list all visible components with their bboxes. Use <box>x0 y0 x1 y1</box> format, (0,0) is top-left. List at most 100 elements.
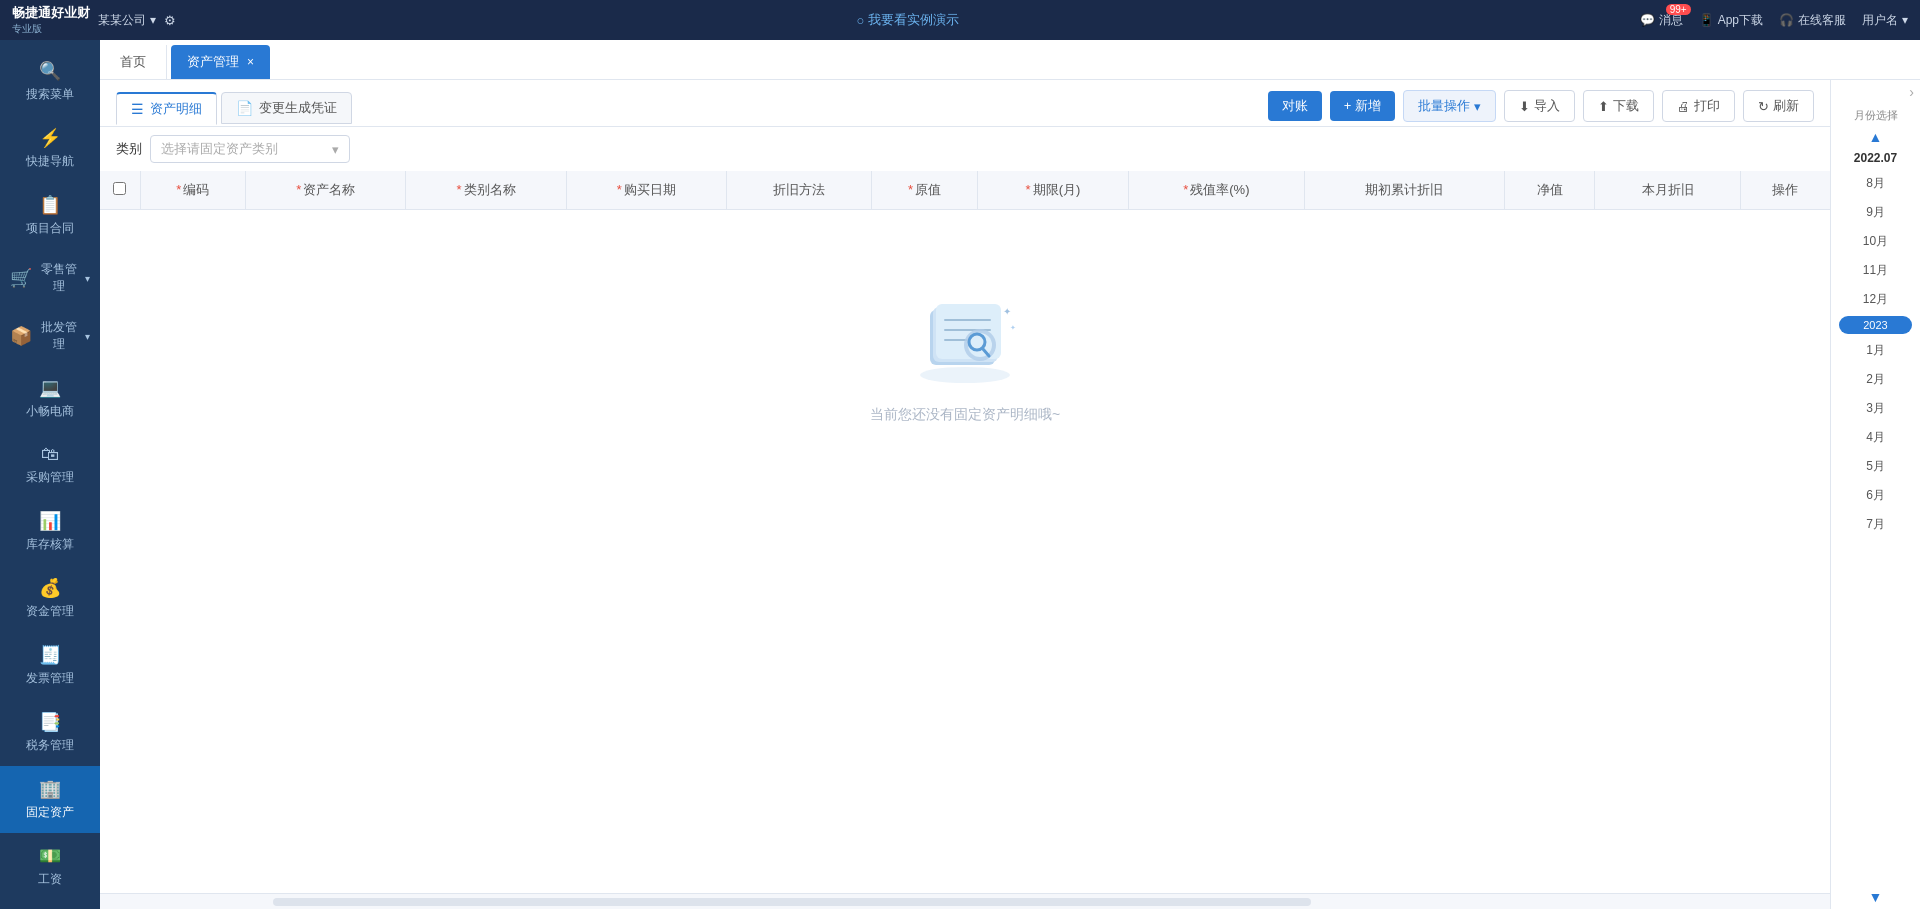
sidebar-item-wholesale[interactable]: 📦 批发管理 ▾ <box>0 307 100 365</box>
sidebar: 🔍 搜索菜单 ⚡ 快捷导航 📋 项目合同 🛒 零售管理 ▾ 📦 批发管理 ▾ 💻… <box>0 40 100 909</box>
col-depreciation-method: 折旧方法 <box>726 171 871 210</box>
month-item-9[interactable]: 9月 <box>1831 198 1920 227</box>
download-icon: 📱 <box>1699 13 1714 27</box>
invoice-icon: 🧾 <box>39 644 61 666</box>
chevron-down-icon: ▾ <box>332 142 339 157</box>
sidebar-item-label: 库存核算 <box>26 536 74 553</box>
message-icon: 💬 <box>1640 13 1655 27</box>
col-monthly-depreciation: 本月折旧 <box>1595 171 1740 210</box>
batch-button[interactable]: 批量操作 ▾ <box>1403 90 1496 122</box>
reconcile-button[interactable]: 对账 <box>1268 91 1322 121</box>
message-badge: 99+ <box>1666 4 1691 15</box>
chevron-down-icon: ▾ <box>85 273 90 284</box>
sidebar-item-quicknav[interactable]: ⚡ 快捷导航 <box>0 115 100 182</box>
main-layout: 🔍 搜索菜单 ⚡ 快捷导航 📋 项目合同 🛒 零售管理 ▾ 📦 批发管理 ▾ 💻… <box>0 40 1920 909</box>
empty-state: ✦ ✦ 当前您还没有固定资产明细哦~ <box>100 210 1830 504</box>
sidebar-item-inventory[interactable]: 📊 库存核算 <box>0 498 100 565</box>
month-item-10[interactable]: 10月 <box>1831 227 1920 256</box>
month-item-5[interactable]: 5月 <box>1831 452 1920 481</box>
year-2023-badge: 2023 <box>1839 316 1912 334</box>
col-asset-name: *资产名称 <box>246 171 406 210</box>
sidebar-item-invoice[interactable]: 🧾 发票管理 <box>0 632 100 699</box>
month-item-7[interactable]: 7月 <box>1831 510 1920 539</box>
service-icon: 🎧 <box>1779 13 1794 27</box>
tab-asset-detail[interactable]: ☰ 资产明细 <box>116 92 217 125</box>
sidebar-item-retail[interactable]: 🛒 零售管理 ▾ <box>0 249 100 307</box>
month-item-6[interactable]: 6月 <box>1831 481 1920 510</box>
salary-icon: 💵 <box>39 845 61 867</box>
tab-close-button[interactable]: × <box>247 55 254 69</box>
sidebar-item-label: 采购管理 <box>26 469 74 486</box>
search-icon: 🔍 <box>39 60 61 82</box>
settings-icon[interactable]: ⚙ <box>164 13 176 28</box>
chevron-down-icon: ▾ <box>150 13 156 27</box>
month-item-1[interactable]: 1月 <box>1831 336 1920 365</box>
demo-link[interactable]: ○ 我要看实例演示 <box>856 11 959 29</box>
category-select[interactable]: 选择请固定资产类别 ▾ <box>150 135 350 163</box>
app-logo: 畅捷通好业财 专业版 <box>12 4 90 36</box>
month-item-11[interactable]: 11月 <box>1831 256 1920 285</box>
month-item-3[interactable]: 3月 <box>1831 394 1920 423</box>
asset-table: *编码 *资产名称 *类别名称 *购买日期 折旧方法 *原值 *期限(月) *残… <box>100 171 1830 893</box>
sidebar-item-salary[interactable]: 💵 工资 <box>0 833 100 900</box>
sidebar-item-fixed-assets[interactable]: 🏢 固定资产 <box>0 766 100 833</box>
tab-bar: 首页 资产管理 × <box>100 40 1920 80</box>
chevron-down-icon: ▾ <box>85 331 90 342</box>
print-icon: 🖨 <box>1677 99 1690 114</box>
col-period: *期限(月) <box>977 171 1128 210</box>
refresh-icon: ↻ <box>1758 99 1769 114</box>
tab-change-voucher[interactable]: 📄 变更生成凭证 <box>221 92 352 124</box>
sidebar-item-label: 工资 <box>38 871 62 888</box>
sidebar-item-funds[interactable]: 💰 资金管理 <box>0 565 100 632</box>
refresh-button[interactable]: ↻ 刷新 <box>1743 90 1814 122</box>
ecommerce-icon: 💻 <box>39 377 61 399</box>
user-menu[interactable]: 用户名 ▾ <box>1862 12 1908 29</box>
app-download-button[interactable]: 📱 App下载 <box>1699 12 1763 29</box>
tab-label: 变更生成凭证 <box>259 99 337 117</box>
col-actions: 操作 <box>1740 171 1830 210</box>
svg-text:✦: ✦ <box>1003 306 1011 317</box>
month-picker-header: 月份选择 <box>1831 104 1920 125</box>
sidebar-item-tax[interactable]: 📑 税务管理 <box>0 699 100 766</box>
online-service-button[interactable]: 🎧 在线客服 <box>1779 12 1846 29</box>
year-label: 2022.07 <box>1831 149 1920 169</box>
sidebar-item-label: 快捷导航 <box>26 153 74 170</box>
month-picker-nav: ▲ <box>1831 125 1920 149</box>
horizontal-scrollbar[interactable] <box>100 893 1830 909</box>
print-button[interactable]: 🖨 打印 <box>1662 90 1735 122</box>
project-icon: 📋 <box>39 194 61 216</box>
month-item-4[interactable]: 4月 <box>1831 423 1920 452</box>
tab-home[interactable]: 首页 <box>100 45 167 79</box>
sidebar-item-ecommerce[interactable]: 💻 小畅电商 <box>0 365 100 432</box>
select-all-checkbox[interactable] <box>113 182 126 195</box>
chevron-down-icon: ▾ <box>1902 13 1908 27</box>
download-button[interactable]: ⬆ 下载 <box>1583 90 1654 122</box>
top-bar-right: 💬 消息 99+ 📱 App下载 🎧 在线客服 用户名 ▾ <box>1640 12 1908 29</box>
checkbox-all-col[interactable] <box>100 171 140 210</box>
add-button[interactable]: + 新增 <box>1330 91 1395 121</box>
sidebar-item-project[interactable]: 📋 项目合同 <box>0 182 100 249</box>
import-icon: ⬇ <box>1519 99 1530 114</box>
import-button[interactable]: ⬇ 导入 <box>1504 90 1575 122</box>
doc-icon: 📄 <box>236 100 253 116</box>
prev-year-button[interactable]: ▲ <box>1869 129 1883 145</box>
sidebar-item-purchase[interactable]: 🛍 采购管理 <box>0 432 100 498</box>
main-panel: ☰ 资产明细 📄 变更生成凭证 对账 + 新增 批量操作 ▾ <box>100 80 1830 909</box>
col-net-value: 净值 <box>1504 171 1595 210</box>
sidebar-item-operations[interactable]: 📈 经营管理 <box>0 900 100 909</box>
filter-label: 类别 <box>116 140 142 158</box>
col-accumulated-depreciation: 期初累计折旧 <box>1304 171 1504 210</box>
empty-text: 当前您还没有固定资产明细哦~ <box>870 406 1060 424</box>
sidebar-item-label: 固定资产 <box>26 804 74 821</box>
month-item-12[interactable]: 12月 <box>1831 285 1920 314</box>
next-year-button[interactable]: ▼ <box>1869 889 1883 905</box>
top-bar: 畅捷通好业财 专业版 某某公司 ▾ ⚙ ○ 我要看实例演示 💬 消息 99+ 📱… <box>0 0 1920 40</box>
close-panel-button[interactable]: › <box>1909 84 1914 100</box>
chevron-down-icon: ▾ <box>1474 99 1481 114</box>
message-button[interactable]: 💬 消息 99+ <box>1640 12 1683 29</box>
tab-asset-management[interactable]: 资产管理 × <box>171 45 270 79</box>
month-item-8[interactable]: 8月 <box>1831 169 1920 198</box>
company-selector[interactable]: 某某公司 ▾ <box>98 12 156 29</box>
month-item-2[interactable]: 2月 <box>1831 365 1920 394</box>
sidebar-item-search[interactable]: 🔍 搜索菜单 <box>0 48 100 115</box>
